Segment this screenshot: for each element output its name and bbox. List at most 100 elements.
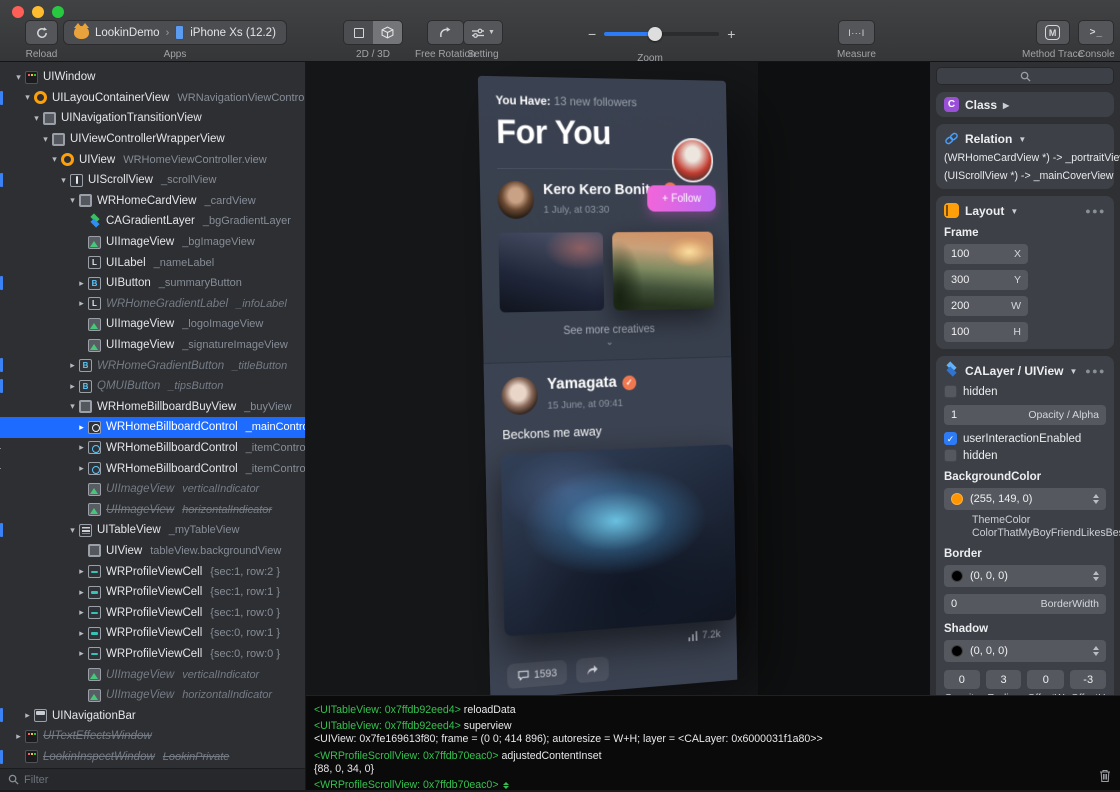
chevron-right-icon[interactable]: ▸ [66, 381, 79, 392]
minimize-window-button[interactable] [32, 6, 44, 18]
tree-row[interactable]: ▾WRHomeCardView_cardView [0, 191, 305, 212]
calayer-section-header[interactable]: CALayer / UIView ▼ ●●● [944, 363, 1106, 378]
app-screenshot-3d[interactable]: You Have: 13 new followers For You Kero … [478, 76, 737, 688]
chevron-down-icon[interactable]: ▾ [21, 92, 34, 103]
shadow-offsetw-field[interactable]: 0 [1027, 670, 1064, 689]
tree-row[interactable]: ▸WRHomeGradientButton_titleButton [0, 355, 305, 376]
chevron-right-icon[interactable]: ▸ [75, 628, 88, 639]
tree-row[interactable]: UIViewtableView.backgroundView [0, 541, 305, 562]
trash-icon[interactable] [1099, 769, 1111, 783]
stepper-icon[interactable] [503, 782, 509, 789]
frame-x-field[interactable]: 100X [944, 244, 1028, 264]
stepper-icon[interactable] [1093, 571, 1099, 581]
tree-row[interactable]: ▾UITableView_myTableView [0, 520, 305, 541]
hidden-checkbox-2[interactable] [944, 449, 957, 462]
shadow-color-dropdown[interactable]: (0, 0, 0) [944, 640, 1106, 662]
mode-2d-segment[interactable] [344, 21, 373, 44]
share-button[interactable] [576, 656, 609, 683]
chevron-down-icon[interactable]: ▾ [66, 525, 79, 536]
chevron-down-icon[interactable]: ▾ [30, 113, 43, 124]
chevron-right-icon[interactable]: ▸ [66, 360, 79, 371]
tree-row[interactable]: UIImageView_bgImageView [0, 232, 305, 253]
tree-row[interactable]: UILabel_nameLabel [0, 252, 305, 273]
shadow-opacity-field[interactable]: 0 [944, 670, 980, 689]
see-more-link[interactable]: See more creatives⌄ [500, 322, 715, 351]
tree-row[interactable]: UIImageViewhorizontalIndicator [0, 499, 305, 520]
tree-row[interactable]: ▸WRHomeBillboardControl_mainControl [0, 417, 305, 438]
tree-row[interactable]: ▸QMUIButton_tipsButton [0, 376, 305, 397]
preview-canvas[interactable]: You Have: 13 new followers For You Kero … [306, 62, 930, 695]
user-interaction-checkbox[interactable]: ✓ [944, 432, 957, 445]
tree-row[interactable]: ▸WRHomeBillboardControl_itemControl0 [0, 438, 305, 459]
tree-row[interactable]: ▸WRProfileViewCell{sec:1, row:1 } [0, 582, 305, 603]
setting-button[interactable]: ▼ [463, 20, 503, 45]
reload-button[interactable] [25, 20, 58, 45]
chevron-right-icon[interactable]: ▸ [75, 607, 88, 618]
calayer-menu-button[interactable]: ●●● [1085, 366, 1106, 376]
background-color-dropdown[interactable]: (255, 149, 0) [944, 488, 1106, 510]
shadow-offseth-field[interactable]: -3 [1070, 670, 1106, 689]
inspector-search[interactable] [936, 67, 1114, 85]
chevron-right-icon[interactable]: ▸ [75, 587, 88, 598]
opacity-field[interactable]: 1Opacity / Alpha [944, 405, 1106, 425]
chevron-down-icon[interactable]: ▾ [66, 401, 79, 412]
frame-h-field[interactable]: 100H [944, 322, 1028, 342]
tree-row[interactable]: ▸UINavigationBar [0, 705, 305, 726]
chevron-right-icon[interactable]: ▸ [21, 710, 34, 721]
free-rotation-button[interactable] [427, 20, 464, 45]
tree-row[interactable]: LookinInspectWindowLookinPrivate [0, 747, 305, 768]
tree-row[interactable]: ▾UINavigationTransitionView [0, 108, 305, 129]
chevron-right-icon[interactable]: ▸ [75, 278, 88, 289]
tree-row[interactable]: CAGradientLayer_bgGradientLayer [0, 211, 305, 232]
chevron-right-icon[interactable]: ▸ [75, 442, 88, 453]
chevron-down-icon[interactable]: ▾ [66, 195, 79, 206]
console-button[interactable]: >_ [1078, 20, 1114, 45]
follow-button[interactable]: + Follow [647, 185, 716, 211]
chevron-right-icon[interactable]: ▸ [75, 422, 88, 433]
tree-row[interactable]: ▾UIViewControllerWrapperView [0, 129, 305, 150]
tree-row[interactable]: ▸WRProfileViewCell{sec:1, row:0 } [0, 602, 305, 623]
tree-row[interactable]: UIImageViewverticalIndicator [0, 664, 305, 685]
stepper-icon[interactable] [1093, 646, 1099, 656]
chevron-right-icon[interactable]: ▸ [12, 731, 25, 742]
relation-section-header[interactable]: Relation ▼ [944, 131, 1106, 146]
class-section-header[interactable]: C Class ▶ [944, 97, 1106, 112]
tree-row[interactable]: ▾UIViewWRHomeViewController.view [0, 149, 305, 170]
tree-row[interactable]: ▾WRHomeBillboardBuyView_buyView [0, 397, 305, 418]
chevron-right-icon[interactable]: ▸ [75, 463, 88, 474]
zoom-slider-track[interactable] [604, 32, 719, 36]
border-color-dropdown[interactable]: (0, 0, 0) [944, 565, 1106, 587]
zoom-slider-knob[interactable] [648, 27, 662, 41]
frame-y-field[interactable]: 300Y [944, 270, 1028, 290]
tree-row[interactable]: ▾UIScrollView_scrollView [0, 170, 305, 191]
comments-button[interactable]: 1593 [507, 660, 568, 690]
hidden-checkbox[interactable] [944, 385, 957, 398]
stepper-icon[interactable] [1093, 494, 1099, 504]
tree-row[interactable]: ▾UIWindow [0, 67, 305, 88]
apps-breadcrumb[interactable]: LookinDemo › iPhone Xs (12.2) [63, 20, 287, 45]
tree-row[interactable]: ▸WRProfileViewCell{sec:1, row:2 } [0, 561, 305, 582]
chevron-right-icon[interactable]: ▸ [75, 566, 88, 577]
frame-w-field[interactable]: 200W [944, 296, 1028, 316]
tree-row[interactable]: ▸UIButton_summaryButton [0, 273, 305, 294]
tree-row[interactable]: UIImageView_signatureImageView [0, 335, 305, 356]
method-trace-button[interactable]: M [1036, 20, 1070, 45]
tree-row[interactable]: ▸WRProfileViewCell{sec:0, row:1 } [0, 623, 305, 644]
tree-row[interactable]: ▸WRProfileViewCell{sec:0, row:0 } [0, 644, 305, 665]
tree-row[interactable]: ▸WRHomeGradientLabel_infoLabel [0, 294, 305, 315]
tree-row[interactable]: UIImageView_logoImageView [0, 314, 305, 335]
chevron-down-icon[interactable]: ▾ [48, 154, 61, 165]
chevron-down-icon[interactable]: ▾ [57, 175, 70, 186]
layout-menu-button[interactable]: ●●● [1085, 206, 1106, 216]
shadow-radius-field[interactable]: 3 [986, 670, 1022, 689]
border-width-field[interactable]: 0BorderWidth [944, 594, 1106, 614]
tree-row[interactable]: ▾UILayouContainerViewWRNavigationViewCon… [0, 88, 305, 109]
tree-row[interactable]: UIImageViewverticalIndicator [0, 479, 305, 500]
zoom-window-button[interactable] [52, 6, 64, 18]
zoom-out-button[interactable]: − [588, 26, 596, 42]
chevron-right-icon[interactable]: ▸ [75, 648, 88, 659]
layout-section-header[interactable]: Layout ▼ ●●● [944, 203, 1106, 218]
tree-row[interactable]: UIImageViewhorizontalIndicator [0, 685, 305, 706]
measure-button[interactable]: I···I [838, 20, 875, 45]
mode-3d-segment[interactable] [373, 21, 402, 44]
